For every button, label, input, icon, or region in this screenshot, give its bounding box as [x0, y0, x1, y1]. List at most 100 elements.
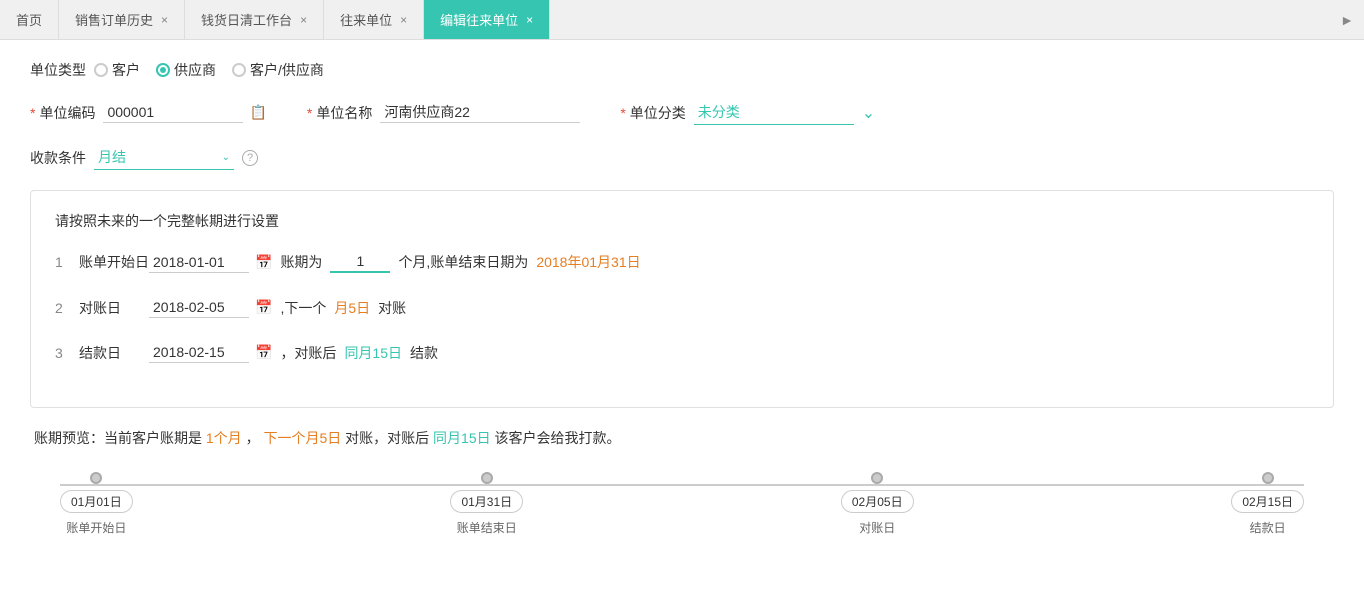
- tab-sales-history[interactable]: 销售订单历史 ×: [59, 0, 185, 39]
- step-1-row: 1 账单开始日 📅 账期为 个月,账单结束日期为 2018年01月31日: [55, 251, 1309, 273]
- preview-part1-sep: ，: [246, 430, 260, 446]
- collection-value: 月结: [98, 147, 218, 167]
- collection-chevron-icon: ⌄: [222, 152, 230, 163]
- timeline-track: 01月01日 账单开始日 01月31日 账单结束日 02月05日 对账日: [60, 472, 1304, 536]
- radio-supplier-label: 供应商: [174, 60, 216, 80]
- step-3-cal-icon[interactable]: 📅: [255, 344, 272, 361]
- radio-supplier-circle: [156, 63, 170, 77]
- timeline-pill-3: 02月05日: [841, 490, 914, 513]
- step-2-prefix: ,下一个: [280, 298, 326, 318]
- collection-row: 收款条件 月结 ⌄ ?: [30, 145, 1334, 170]
- timeline-label-3: 对账日: [859, 519, 895, 536]
- timeline-dot-3: [871, 472, 883, 484]
- unit-code-group: * 单位编码 📋: [30, 102, 267, 123]
- timeline-dot-1: [90, 472, 102, 484]
- step-1-label: 账单开始日: [79, 252, 149, 272]
- step-2-row: 2 对账日 📅 ,下一个 月5日 对账: [55, 297, 1309, 318]
- radio-customer-circle: [94, 63, 108, 77]
- step-1-date-input[interactable]: [149, 252, 249, 273]
- unit-type-label: 单位类型: [30, 60, 86, 80]
- tab-edit-partner-label: 编辑往来单位: [440, 10, 518, 29]
- page-content: 单位类型 客户 供应商 客户/供应商 * 单位编码 📋 * 单位名称: [0, 40, 1364, 608]
- step-2-suffix: 对账: [378, 298, 406, 318]
- step-3-row: 3 结款日 📅 ，对账后 同月15日 结款: [55, 342, 1309, 363]
- timeline-point-2: 01月31日 账单结束日: [450, 472, 523, 536]
- tab-sales-history-close[interactable]: ×: [161, 13, 168, 27]
- unit-info-row: * 单位编码 📋 * 单位名称 * 单位分类 未分类 ⌄: [30, 100, 1334, 125]
- step-2-cal-icon[interactable]: 📅: [255, 299, 272, 316]
- step-1-period-input[interactable]: [330, 251, 390, 273]
- timeline-label-4: 结款日: [1250, 519, 1286, 536]
- unit-class-dropdown-icon[interactable]: ⌄: [862, 103, 875, 123]
- unit-type-radio-group: 客户 供应商 客户/供应商: [94, 60, 324, 80]
- step-1-num: 1: [55, 254, 79, 270]
- unit-class-label: 单位分类: [630, 103, 686, 123]
- timeline-container: 01月01日 账单开始日 01月31日 账单结束日 02月05日 对账日: [30, 472, 1334, 536]
- timeline-label-1: 账单开始日: [66, 519, 126, 536]
- unit-code-star: *: [30, 105, 35, 121]
- preview-part2-sep: 对账，对账后: [345, 430, 429, 446]
- unit-type-row: 单位类型 客户 供应商 客户/供应商: [30, 60, 1334, 80]
- preview-part3: 同月15日: [433, 430, 491, 446]
- unit-class-star: *: [620, 105, 625, 121]
- timeline-dot-4: [1262, 472, 1274, 484]
- step-1-period-highlight: 2018年01月31日: [536, 252, 640, 272]
- step-3-date-input[interactable]: [149, 342, 249, 363]
- tab-partner-label: 往来单位: [340, 10, 392, 29]
- preview-part2: 下一个月5日: [263, 430, 341, 446]
- timeline-line: [60, 484, 1304, 486]
- tab-home[interactable]: 首页: [0, 0, 59, 39]
- radio-customer[interactable]: 客户: [94, 60, 140, 80]
- timeline-pill-1: 01月01日: [60, 490, 133, 513]
- timeline-point-3: 02月05日 对账日: [841, 472, 914, 536]
- settings-card-title: 请按照未来的一个完整帐期进行设置: [55, 211, 1309, 231]
- timeline-label-2: 账单结束日: [457, 519, 517, 536]
- tab-cash-work-close[interactable]: ×: [300, 13, 307, 27]
- radio-customer-supplier-circle: [232, 63, 246, 77]
- step-2-highlight: 月5日: [334, 298, 370, 318]
- radio-customer-label: 客户: [112, 60, 140, 80]
- step-1-mid-text: 账期为: [280, 252, 322, 272]
- tab-edit-partner-close[interactable]: ×: [526, 13, 533, 27]
- unit-name-input[interactable]: [380, 102, 580, 123]
- unit-code-label: 单位编码: [39, 103, 95, 123]
- tab-edit-partner[interactable]: 编辑往来单位 ×: [424, 0, 550, 39]
- unit-class-value: 未分类: [698, 102, 850, 122]
- step-3-label: 结款日: [79, 343, 149, 363]
- step-2-label: 对账日: [79, 298, 149, 318]
- tab-sales-history-label: 销售订单历史: [75, 10, 153, 29]
- tab-partner-close[interactable]: ×: [400, 13, 407, 27]
- timeline-dot-2: [481, 472, 493, 484]
- radio-supplier[interactable]: 供应商: [156, 60, 216, 80]
- preview-text: 账期预览：当前客户账期是 1个月 ， 下一个月5日 对账，对账后 同月15日 该…: [30, 428, 1334, 448]
- tab-cash-work[interactable]: 钱货日清工作台 ×: [185, 0, 324, 39]
- tabs-bar: 首页 销售订单历史 × 钱货日清工作台 × 往来单位 × 编辑往来单位 × ►: [0, 0, 1364, 40]
- tab-home-label: 首页: [16, 10, 42, 29]
- radio-customer-supplier-label: 客户/供应商: [250, 60, 324, 80]
- step-2-num: 2: [55, 300, 79, 316]
- step-1-cal-icon[interactable]: 📅: [255, 254, 272, 271]
- tab-partner[interactable]: 往来单位 ×: [324, 0, 424, 39]
- step-3-highlight: 同月15日: [344, 343, 402, 363]
- radio-customer-supplier[interactable]: 客户/供应商: [232, 60, 324, 80]
- unit-code-input[interactable]: [103, 102, 243, 123]
- unit-class-group: * 单位分类 未分类 ⌄: [620, 100, 875, 125]
- collection-label: 收款条件: [30, 148, 86, 168]
- unit-code-copy-icon[interactable]: 📋: [249, 104, 266, 121]
- preview-part1: 1个月: [206, 430, 242, 446]
- unit-name-star: *: [307, 105, 312, 121]
- timeline-pill-4: 02月15日: [1231, 490, 1304, 513]
- collection-select[interactable]: 月结 ⌄: [94, 145, 234, 170]
- step-3-num: 3: [55, 345, 79, 361]
- tab-cash-work-label: 钱货日清工作台: [201, 10, 292, 29]
- unit-name-group: * 单位名称: [307, 102, 580, 123]
- step-2-date-input[interactable]: [149, 297, 249, 318]
- unit-name-label: 单位名称: [316, 103, 372, 123]
- timeline-pill-2: 01月31日: [450, 490, 523, 513]
- tab-scroll-arrow[interactable]: ►: [1330, 0, 1364, 39]
- timeline-point-4: 02月15日 结款日: [1231, 472, 1304, 536]
- unit-class-select[interactable]: 未分类: [694, 100, 854, 125]
- step-3-suffix: 结款: [410, 343, 438, 363]
- collection-help-icon[interactable]: ?: [242, 150, 258, 166]
- settings-card: 请按照未来的一个完整帐期进行设置 1 账单开始日 📅 账期为 个月,账单结束日期…: [30, 190, 1334, 408]
